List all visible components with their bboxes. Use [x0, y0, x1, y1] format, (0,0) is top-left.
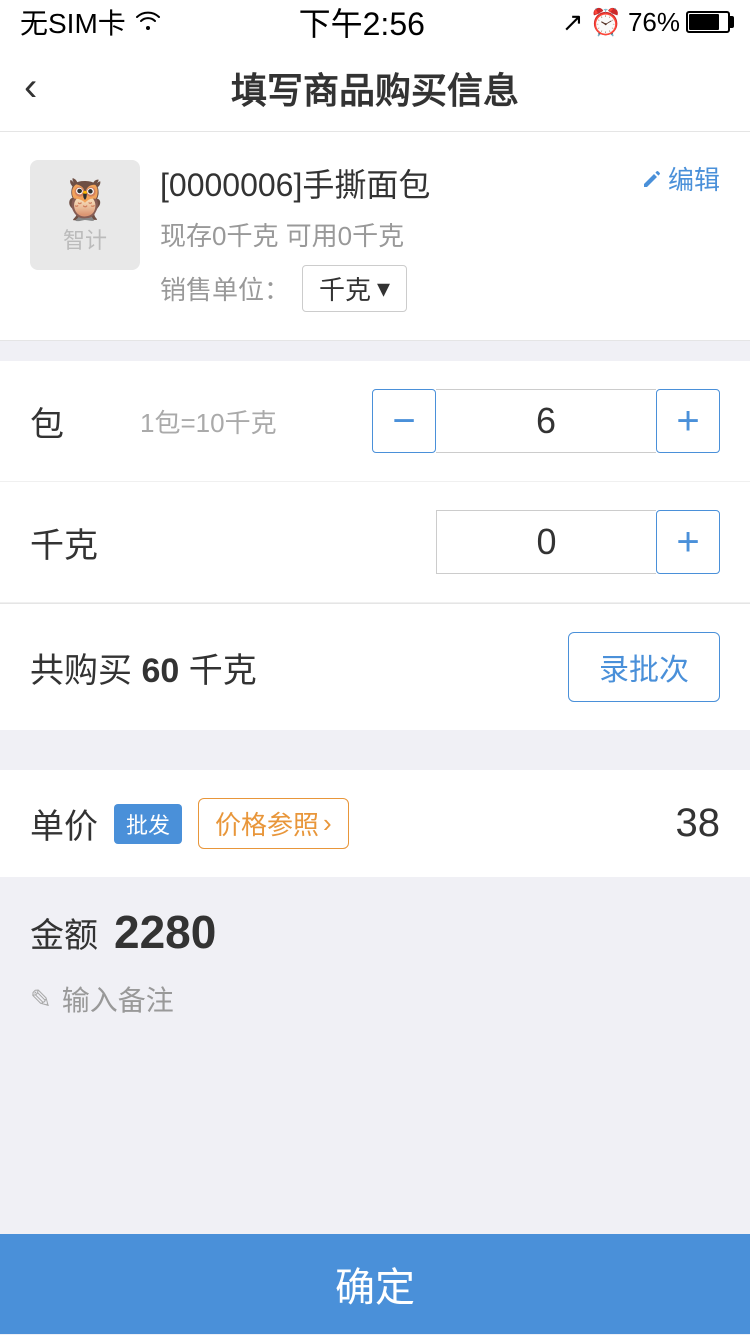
product-name: [0000006]手撕面包 — [160, 160, 430, 206]
kg-label: 千克 — [30, 518, 130, 567]
price-section: 单价 批发 价格参照 › 38 — [0, 770, 750, 877]
alarm-icon: ⏰ — [590, 7, 622, 38]
package-label: 包 — [30, 397, 130, 446]
battery-icon — [686, 11, 730, 33]
status-bar-right: ↗ ⏰ 76% — [562, 7, 730, 38]
amount-row: 金额 2280 — [30, 905, 720, 959]
remark-placeholder[interactable]: 输入备注 — [62, 979, 174, 1019]
chevron-right-icon: › — [323, 808, 332, 839]
battery-percent: 76% — [628, 7, 680, 38]
product-logo-icon: 🦉 — [60, 176, 110, 223]
product-unit-row: 销售单位： 千克 ▾ — [160, 265, 720, 312]
page-title: 填写商品购买信息 — [231, 62, 519, 114]
product-name-row: [0000006]手撕面包 编辑 — [160, 160, 720, 206]
edit-button[interactable]: 编辑 — [640, 160, 720, 197]
status-bar: 无SIM卡 下午2:56 ↗ ⏰ 76% — [0, 0, 750, 44]
record-batch-button[interactable]: 录批次 — [568, 632, 720, 702]
amount-section: 金额 2280 ✎ 输入备注 — [0, 877, 750, 1035]
back-button[interactable]: ‹ — [24, 65, 37, 110]
remark-edit-icon: ✎ — [30, 984, 52, 1015]
amount-label: 金额 — [30, 908, 98, 957]
remark-row[interactable]: ✎ 输入备注 — [30, 979, 720, 1019]
status-bar-left: 无SIM卡 — [20, 2, 162, 42]
unit-price-label: 单价 — [30, 799, 98, 848]
amount-value: 2280 — [114, 905, 216, 959]
product-logo-label: 智计 — [63, 223, 107, 255]
product-image: 🦉 智计 — [30, 160, 140, 270]
carrier-label: 无SIM卡 — [20, 2, 126, 42]
total-row: 共购买 60 千克 录批次 — [0, 603, 750, 730]
product-info: [0000006]手撕面包 编辑 现存0千克 可用0千克 销售单位： 千克 ▾ — [160, 160, 720, 312]
price-type-badge: 批发 — [114, 804, 182, 844]
confirm-button[interactable]: 确定 — [0, 1234, 750, 1334]
price-ref-button[interactable]: 价格参照 › — [198, 798, 349, 849]
location-icon: ↗ — [562, 7, 584, 38]
package-row: 包 1包=10千克 − + — [0, 361, 750, 482]
unit-select[interactable]: 千克 ▾ — [302, 265, 407, 312]
chevron-down-icon: ▾ — [377, 273, 390, 304]
unit-price-value: 38 — [676, 801, 721, 846]
kg-input[interactable] — [436, 510, 656, 574]
kg-increment-button[interactable]: + — [656, 510, 720, 574]
status-bar-time: 下午2:56 — [299, 0, 425, 45]
nav-bar: ‹ 填写商品购买信息 — [0, 44, 750, 132]
package-increment-button[interactable]: + — [656, 389, 720, 453]
separator-1 — [0, 341, 750, 361]
total-text: 共购买 60 千克 — [30, 643, 257, 692]
separator-2 — [0, 730, 750, 750]
package-decrement-button[interactable]: − — [372, 389, 436, 453]
form-section: 包 1包=10千克 − + 千克 + — [0, 361, 750, 603]
product-stock: 现存0千克 可用0千克 — [160, 216, 720, 253]
package-input[interactable] — [436, 389, 656, 453]
package-hint: 1包=10千克 — [140, 403, 277, 440]
price-row: 单价 批发 价格参照 › 38 — [30, 798, 720, 849]
package-controls: − + — [372, 389, 720, 453]
kg-row: 千克 + — [0, 482, 750, 603]
product-card: 🦉 智计 [0000006]手撕面包 编辑 现存0千克 可用0千克 销售单位： … — [0, 132, 750, 341]
wifi-icon — [134, 6, 162, 38]
kg-controls: + — [436, 510, 720, 574]
edit-icon — [640, 167, 664, 191]
